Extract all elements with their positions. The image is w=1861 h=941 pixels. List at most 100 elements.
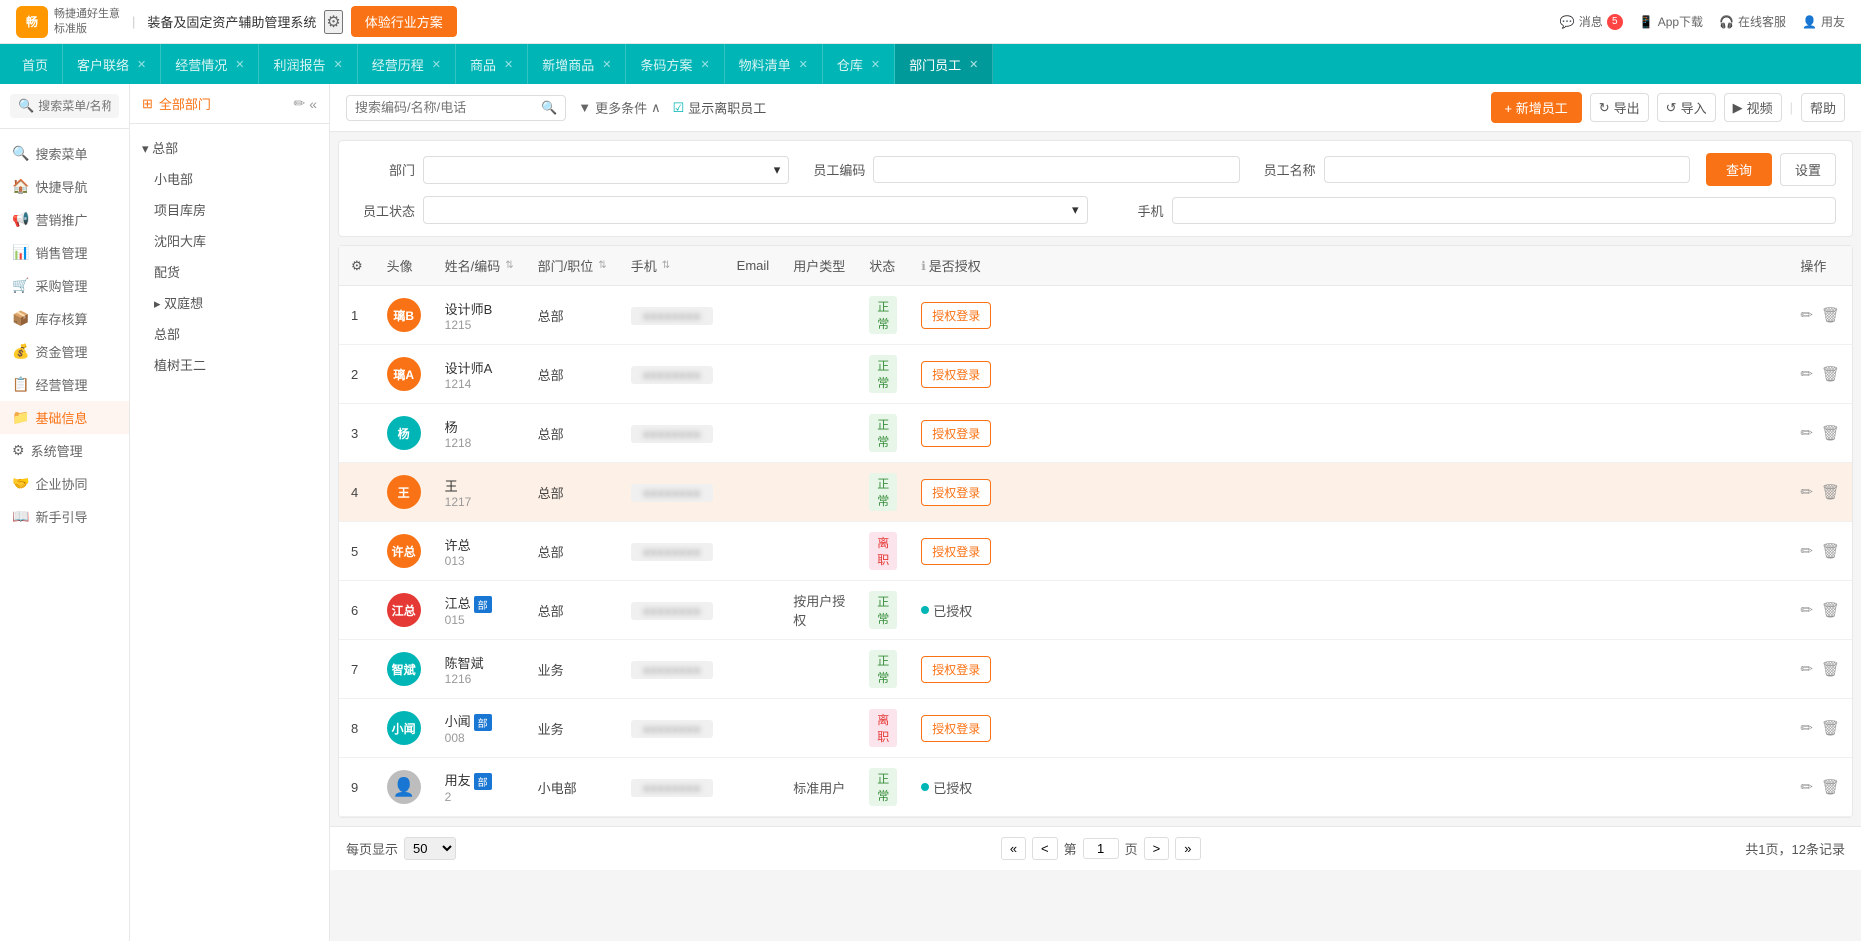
- employee-search[interactable]: 🔍: [346, 95, 566, 121]
- add-employee-btn[interactable]: + 新增员工: [1491, 92, 1582, 123]
- nav-tab-物料清单[interactable]: 物料清单✕: [725, 44, 823, 84]
- delete-icon[interactable]: 🗑: [1821, 719, 1840, 737]
- sidebar-item-系统管理[interactable]: ⚙系统管理: [0, 434, 129, 467]
- dept-item-项目库房[interactable]: 项目库房: [130, 194, 329, 225]
- phone-input[interactable]: [1172, 197, 1837, 224]
- online-service-btn[interactable]: 🎧 在线客服: [1719, 13, 1786, 30]
- delete-icon[interactable]: 🗑: [1821, 306, 1840, 324]
- dept-item-沈阳大库[interactable]: 沈阳大库: [130, 225, 329, 256]
- query-btn[interactable]: 查询: [1706, 153, 1772, 186]
- sidebar-search-input[interactable]: [38, 99, 111, 113]
- message-btn[interactable]: 💬 消息 5: [1560, 13, 1623, 30]
- nav-tab-经营情况[interactable]: 经营情况✕: [161, 44, 259, 84]
- phone-sort-icon[interactable]: ⇅: [662, 260, 670, 271]
- nav-tab-客户联络[interactable]: 客户联络✕: [63, 44, 161, 84]
- tab-close-icon[interactable]: ✕: [137, 58, 146, 71]
- nav-tab-利润报告[interactable]: 利润报告✕: [259, 44, 357, 84]
- delete-icon[interactable]: 🗑: [1821, 601, 1840, 619]
- settings-gear-btn[interactable]: ⚙: [324, 10, 342, 34]
- edit-icon[interactable]: ✏: [1800, 719, 1813, 737]
- user-avatar-btn[interactable]: 👤 用友: [1802, 13, 1845, 30]
- edit-icon[interactable]: ✏: [1800, 306, 1813, 324]
- tab-close-icon[interactable]: ✕: [602, 58, 611, 71]
- sidebar-item-新手引导[interactable]: 📖新手引导: [0, 500, 129, 533]
- dept-item-植树王二[interactable]: 植树王二: [130, 349, 329, 380]
- nav-tab-商品[interactable]: 商品✕: [456, 44, 528, 84]
- edit-icon[interactable]: ✏: [1800, 778, 1813, 796]
- sidebar-item-库存核算[interactable]: 📦库存核算: [0, 302, 129, 335]
- prev-page-btn[interactable]: <: [1032, 837, 1058, 860]
- dept-edit-btn[interactable]: ✏: [293, 95, 305, 112]
- import-btn[interactable]: ↺ 导入: [1657, 93, 1716, 122]
- page-num-input[interactable]: [1083, 838, 1119, 859]
- last-page-btn[interactable]: »: [1175, 837, 1200, 860]
- auth-login-btn[interactable]: 授权登录: [921, 656, 991, 683]
- edit-icon[interactable]: ✏: [1800, 424, 1813, 442]
- sidebar-item-营销推广[interactable]: 📢营销推广: [0, 203, 129, 236]
- nav-tab-条码方案[interactable]: 条码方案✕: [626, 44, 724, 84]
- delete-icon[interactable]: 🗑: [1821, 424, 1840, 442]
- nav-tab-部门员工[interactable]: 部门员工✕: [895, 44, 993, 84]
- dept-item-双庭想[interactable]: ▸ 双庭想: [130, 287, 329, 318]
- name-sort-icon[interactable]: ⇅: [505, 260, 513, 271]
- sidebar-item-快捷导航[interactable]: 🏠快捷导航: [0, 170, 129, 203]
- nav-tab-新增商品[interactable]: 新增商品✕: [528, 44, 626, 84]
- edit-icon[interactable]: ✏: [1800, 483, 1813, 501]
- sidebar-item-采购管理[interactable]: 🛒采购管理: [0, 269, 129, 302]
- dept-collapse-btn[interactable]: «: [309, 95, 317, 112]
- emp-status-select[interactable]: ▾: [423, 196, 1088, 224]
- more-filter-btn[interactable]: ▼ 更多条件 ∧: [578, 98, 660, 117]
- next-page-btn[interactable]: >: [1144, 837, 1170, 860]
- delete-icon[interactable]: 🗑: [1821, 542, 1840, 560]
- dept-filter-select[interactable]: ▾: [423, 156, 789, 184]
- dept-sort-icon[interactable]: ⇅: [598, 260, 606, 271]
- dept-item-总部[interactable]: ▾ 总部: [130, 132, 329, 163]
- nav-tab-仓库[interactable]: 仓库✕: [823, 44, 895, 84]
- emp-code-input[interactable]: [873, 156, 1239, 183]
- auth-login-btn[interactable]: 授权登录: [921, 361, 991, 388]
- tab-close-icon[interactable]: ✕: [871, 58, 880, 71]
- nav-tab-首页[interactable]: 首页: [8, 44, 63, 84]
- tab-close-icon[interactable]: ✕: [700, 58, 709, 71]
- delete-icon[interactable]: 🗑: [1821, 660, 1840, 678]
- tab-close-icon[interactable]: ✕: [432, 58, 441, 71]
- first-page-btn[interactable]: «: [1001, 837, 1026, 860]
- nav-tab-经营历程[interactable]: 经营历程✕: [358, 44, 456, 84]
- employee-search-input[interactable]: [355, 100, 535, 115]
- edit-icon[interactable]: ✏: [1800, 660, 1813, 678]
- app-download-btn[interactable]: 📱 App下载: [1639, 13, 1703, 30]
- sidebar-item-企业协同[interactable]: 🤝企业协同: [0, 467, 129, 500]
- dept-item-总部[interactable]: 总部: [130, 318, 329, 349]
- set-btn[interactable]: 设置: [1780, 153, 1836, 186]
- show-resigned-toggle[interactable]: ☑ 显示离职员工: [673, 98, 767, 117]
- auth-login-btn[interactable]: 授权登录: [921, 538, 991, 565]
- tab-close-icon[interactable]: ✕: [334, 58, 343, 71]
- auth-login-btn[interactable]: 授权登录: [921, 302, 991, 329]
- export-btn[interactable]: ↻ 导出: [1590, 93, 1649, 122]
- delete-icon[interactable]: 🗑: [1821, 778, 1840, 796]
- edit-icon[interactable]: ✏: [1800, 365, 1813, 383]
- delete-icon[interactable]: 🗑: [1821, 365, 1840, 383]
- dept-item-配货[interactable]: 配货: [130, 256, 329, 287]
- th-settings[interactable]: ⚙: [339, 246, 375, 286]
- emp-name-input[interactable]: [1324, 156, 1690, 183]
- tab-close-icon[interactable]: ✕: [235, 58, 244, 71]
- auth-login-btn[interactable]: 授权登录: [921, 479, 991, 506]
- tab-close-icon[interactable]: ✕: [799, 58, 808, 71]
- dept-item-小电部[interactable]: 小电部: [130, 163, 329, 194]
- edit-icon[interactable]: ✏: [1800, 601, 1813, 619]
- tab-close-icon[interactable]: ✕: [504, 58, 513, 71]
- help-btn[interactable]: 帮助: [1801, 93, 1845, 122]
- auth-login-btn[interactable]: 授权登录: [921, 715, 991, 742]
- delete-icon[interactable]: 🗑: [1821, 483, 1840, 501]
- sidebar-item-基础信息[interactable]: 📁基础信息: [0, 401, 129, 434]
- sidebar-item-搜索菜单[interactable]: 🔍搜索菜单: [0, 137, 129, 170]
- view-btn[interactable]: ▶ 视频: [1724, 93, 1782, 122]
- auth-login-btn[interactable]: 授权登录: [921, 420, 991, 447]
- page-size-select[interactable]: 50 20 100: [404, 837, 456, 860]
- sidebar-item-经营管理[interactable]: 📋经营管理: [0, 368, 129, 401]
- sidebar-item-资金管理[interactable]: 💰资金管理: [0, 335, 129, 368]
- edit-icon[interactable]: ✏: [1800, 542, 1813, 560]
- sidebar-search-bar[interactable]: 🔍: [10, 94, 119, 118]
- sidebar-item-销售管理[interactable]: 📊销售管理: [0, 236, 129, 269]
